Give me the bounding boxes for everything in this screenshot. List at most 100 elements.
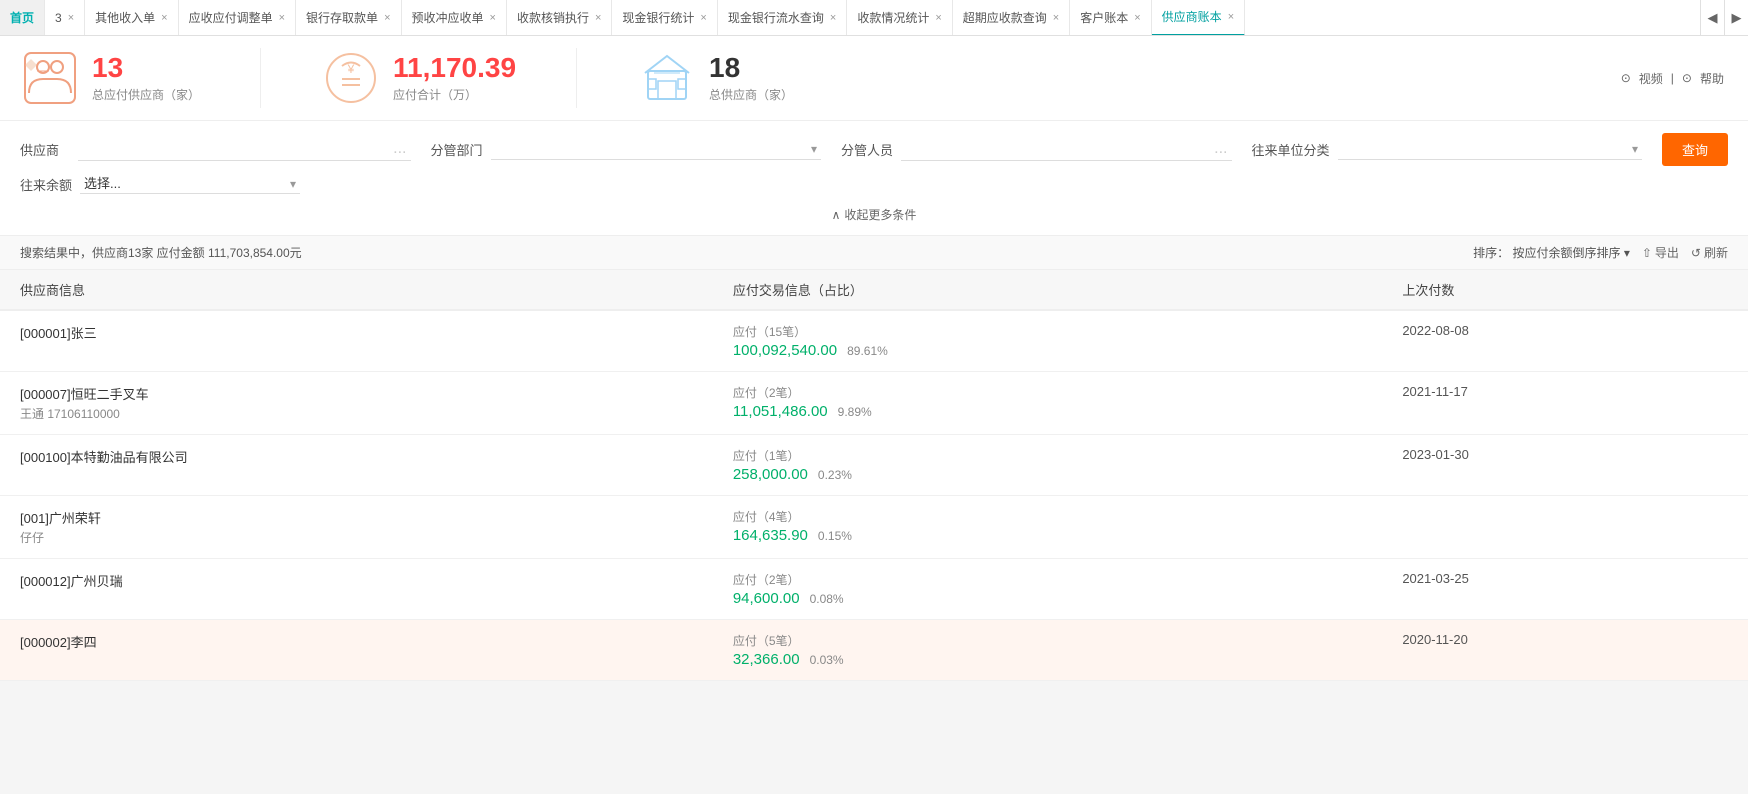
supplier-link[interactable]: [000012]广州贝瑞: [20, 574, 123, 589]
unit-type-select-wrap[interactable]: ▾: [1338, 140, 1642, 160]
payable-cell: 应付（5笔） 32,366.00 0.03%: [713, 620, 1382, 681]
person-input-wrap[interactable]: ...: [901, 138, 1231, 161]
header-row: 供应商信息 应付交易信息（占比） 上次付数: [0, 270, 1748, 310]
payable-cell: 应付（4笔）164,635.900.15%: [713, 496, 1382, 559]
nav-tab-adjust[interactable]: 应收应付调整单 ×: [179, 0, 296, 36]
close-tab-overdue-icon[interactable]: ×: [1053, 12, 1059, 24]
supplier-link[interactable]: [000001]张三: [20, 326, 97, 341]
payable-total: 11,170.39: [393, 54, 516, 82]
all-suppliers-label: 总供应商（家）: [709, 86, 793, 103]
nav-tab-advance[interactable]: 预收冲应收单 ×: [402, 0, 507, 36]
payable-amount[interactable]: 32,366.00: [733, 651, 800, 668]
payable-percentage: 89.61%: [847, 344, 888, 358]
sort-arrow-down-icon: ▾: [1624, 246, 1630, 260]
nav-tab-receipt-stat[interactable]: 收款情况统计 ×: [847, 0, 952, 36]
supplier-cell: [001]广州荣轩仔仔: [0, 496, 713, 559]
supplier-link[interactable]: [000002]李四: [20, 635, 97, 650]
nav-tab-income[interactable]: 其他收入单 ×: [85, 0, 178, 36]
search-field-dept: 分管部门 ▾: [431, 140, 822, 160]
person-input[interactable]: [905, 142, 1214, 157]
nav-tab-3[interactable]: 3 ×: [45, 0, 85, 36]
top-right-links: ⊙ 视频 | ⊙ 帮助: [1617, 70, 1728, 87]
last-payment-date: 2020-11-20: [1402, 632, 1468, 647]
payable-amount[interactable]: 100,092,540.00: [733, 342, 837, 359]
supplier-cell: [000001]张三: [0, 310, 713, 372]
stat-block-all-suppliers: 18 总供应商（家）: [637, 48, 793, 108]
supplier-input-wrap[interactable]: ...: [78, 138, 411, 161]
payable-amount[interactable]: 94,600.00: [733, 590, 800, 607]
payable-amount[interactable]: 11,051,486.00: [733, 403, 828, 420]
nav-tab-home[interactable]: 首页: [0, 0, 45, 36]
balance-select[interactable]: 选择...: [84, 176, 290, 191]
nav-tab-cash-stat[interactable]: 现金银行统计 ×: [612, 0, 717, 36]
close-tab-3-icon[interactable]: ×: [68, 12, 74, 24]
nav-tab-cash-flow[interactable]: 现金银行流水查询 ×: [718, 0, 847, 36]
payable-percentage: 0.03%: [810, 653, 844, 667]
supplier-cell: [000012]广州贝瑞: [0, 559, 713, 620]
export-icon: ⇧: [1642, 246, 1652, 260]
last-payment-date: 2023-01-30: [1402, 447, 1469, 462]
balance-field-label: 往来余额: [20, 175, 72, 194]
dept-select-wrap[interactable]: ▾: [491, 140, 821, 160]
table-header: 供应商信息 应付交易信息（占比） 上次付数: [0, 270, 1748, 310]
table-row: [001]广州荣轩仔仔应付（4笔）164,635.900.15%: [0, 496, 1748, 559]
close-tab-verify-icon[interactable]: ×: [595, 12, 601, 24]
payable-count-label: 应付（2笔）: [733, 384, 1362, 401]
collapse-button[interactable]: ∧ 收起更多条件: [20, 202, 1728, 227]
table-container: 供应商信息 应付交易信息（占比） 上次付数 [000001]张三应付（15笔）1…: [0, 270, 1748, 681]
close-tab-receipt-stat-icon[interactable]: ×: [935, 12, 941, 24]
sort-value[interactable]: 按应付余额倒序排序: [1512, 246, 1620, 260]
nav-tab-overdue[interactable]: 超期应收款查询 ×: [953, 0, 1070, 36]
supplier-input[interactable]: [82, 142, 393, 157]
last-payment-date: 2021-11-17: [1402, 384, 1468, 399]
close-tab-cash-stat-icon[interactable]: ×: [700, 12, 706, 24]
col-header-supplier: 供应商信息: [0, 270, 713, 310]
refresh-icon: ↺: [1691, 246, 1701, 260]
table-row: [000002]李四 应付（5笔） 32,366.00 0.03% 2020-11-20: [0, 620, 1748, 681]
supplier-link[interactable]: [000007]恒旺二手叉车: [20, 387, 149, 402]
nav-arrow-left[interactable]: ◀: [1700, 0, 1724, 36]
stat-block-suppliers: 13 总应付供应商（家）: [20, 48, 200, 108]
nav-tab-bank[interactable]: 银行存取款单 ×: [296, 0, 401, 36]
stat-info-all-suppliers: 18 总供应商（家）: [709, 54, 793, 103]
close-tab-bank-icon[interactable]: ×: [384, 12, 390, 24]
supplier-icon: [20, 48, 80, 108]
payable-count-label: 应付（5笔）: [733, 632, 1362, 649]
nav-arrow-right[interactable]: ▶: [1724, 0, 1748, 36]
refresh-button[interactable]: ↺ 刷新: [1691, 244, 1728, 261]
dept-select[interactable]: [495, 142, 811, 157]
close-tab-adjust-icon[interactable]: ×: [279, 12, 285, 24]
person-dots-icon[interactable]: ...: [1214, 140, 1227, 158]
help-link[interactable]: 帮助: [1700, 70, 1724, 87]
close-tab-cash-flow-icon[interactable]: ×: [830, 12, 836, 24]
supplier-link[interactable]: [000100]本特勤油品有限公司: [20, 450, 188, 465]
balance-select-wrap[interactable]: 选择... ▾: [80, 174, 300, 194]
last-payment-cell: 2021-11-17: [1382, 372, 1748, 435]
nav-tab-customer[interactable]: 客户账本 ×: [1070, 0, 1151, 36]
payable-percentage: 0.15%: [818, 529, 852, 543]
supplier-dots-icon[interactable]: ...: [393, 140, 406, 158]
video-link[interactable]: 视频: [1639, 70, 1663, 87]
close-tab-customer-icon[interactable]: ×: [1134, 12, 1140, 24]
unit-type-select[interactable]: [1342, 142, 1632, 157]
col-header-payable: 应付交易信息（占比）: [713, 270, 1382, 310]
nav-tab-verify[interactable]: 收款核销执行 ×: [507, 0, 612, 36]
close-tab-income-icon[interactable]: ×: [161, 12, 167, 24]
table-row: [000007]恒旺二手叉车王通 17106110000应付（2笔）11,051…: [0, 372, 1748, 435]
last-payment-cell: [1382, 496, 1748, 559]
nav-arrows: ◀ ▶: [1700, 0, 1748, 36]
payable-amount[interactable]: 258,000.00: [733, 466, 808, 483]
last-payment-date: 2022-08-08: [1402, 323, 1469, 338]
export-button[interactable]: ⇧ 导出: [1642, 244, 1679, 261]
search-field-balance: 往来余额 选择... ▾: [20, 174, 300, 194]
nav-tab-supplier[interactable]: 供应商账本 ×: [1152, 0, 1245, 36]
last-payment-cell: 2021-03-25: [1382, 559, 1748, 620]
supplier-link[interactable]: [001]广州荣轩: [20, 511, 101, 526]
close-tab-supplier-icon[interactable]: ×: [1228, 11, 1234, 23]
video-icon: ⊙: [1621, 71, 1631, 85]
search-field-supplier: 供应商 ...: [20, 138, 411, 161]
close-tab-advance-icon[interactable]: ×: [490, 12, 496, 24]
payable-amount[interactable]: 164,635.90: [733, 527, 808, 544]
query-button[interactable]: 查询: [1662, 133, 1728, 166]
table-body: [000001]张三应付（15笔）100,092,540.0089.61%202…: [0, 310, 1748, 681]
